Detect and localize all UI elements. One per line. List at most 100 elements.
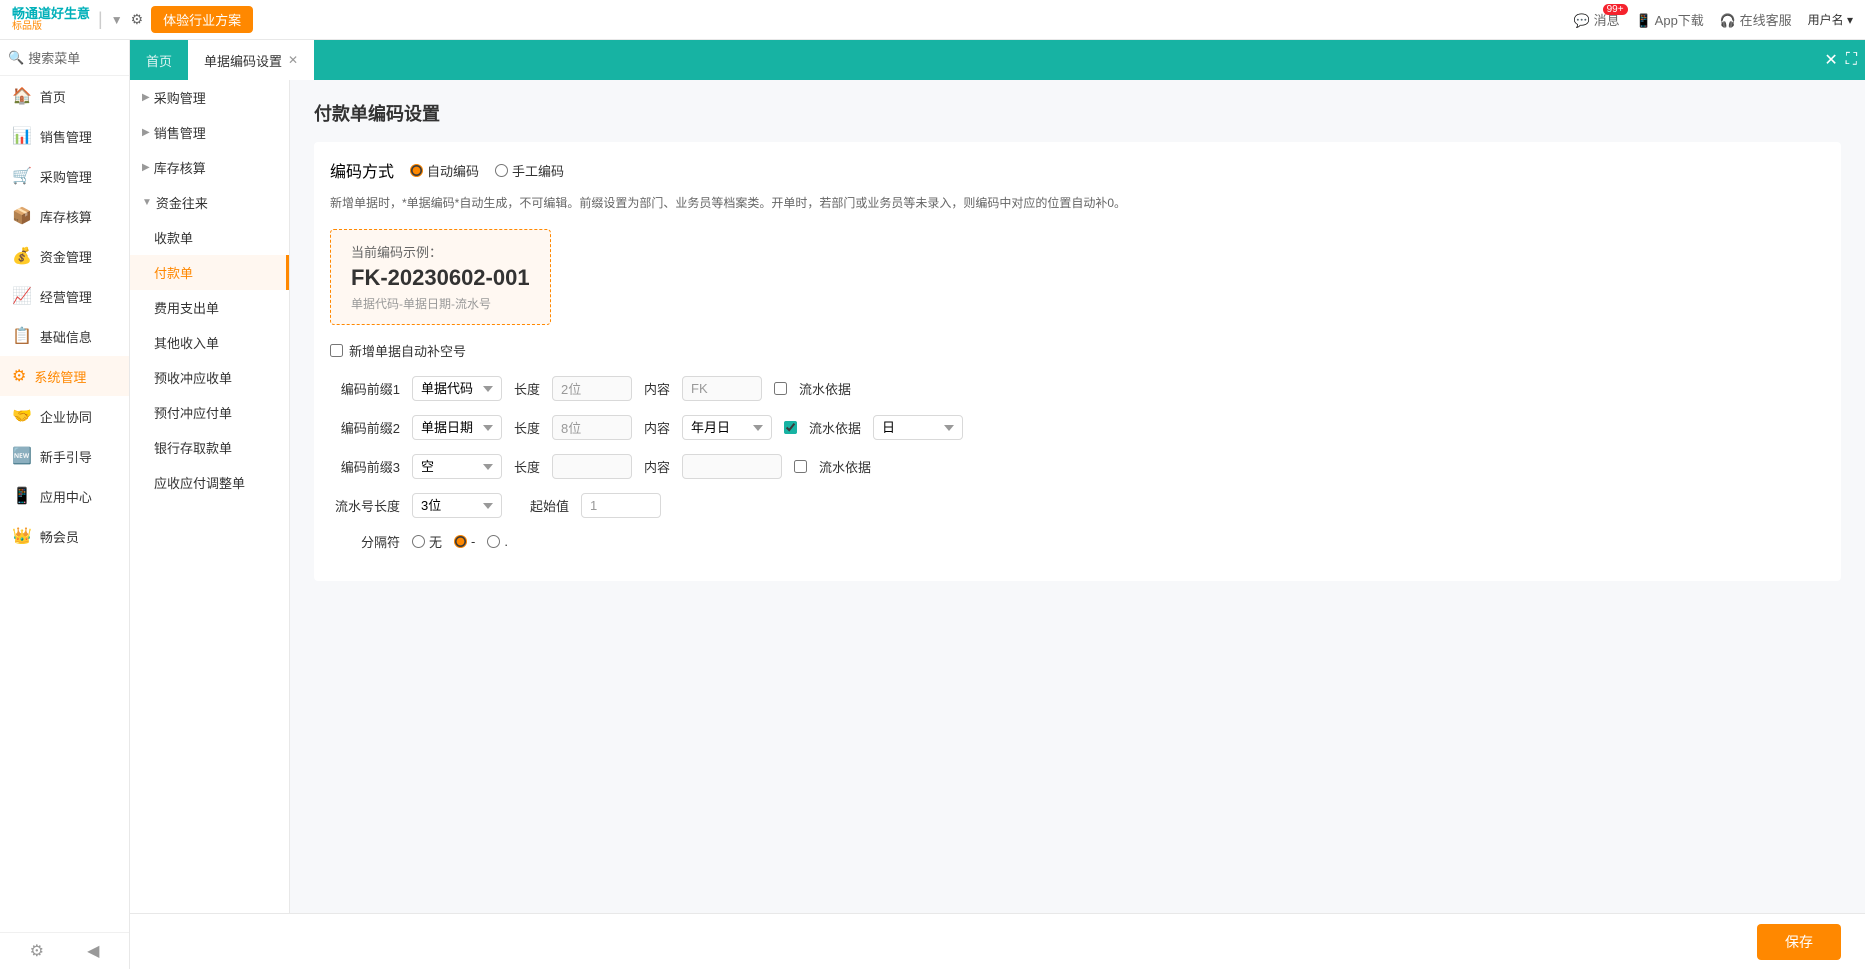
group-sales-title[interactable]: ▶ 销售管理 — [130, 115, 289, 150]
second-sidebar-other-income[interactable]: 其他收入单 — [130, 325, 289, 360]
system-icon: ⚙ — [12, 366, 26, 386]
start-value-label: 起始值 — [530, 496, 569, 515]
online-service[interactable]: 🎧 在线客服 — [1720, 10, 1792, 29]
prefix3-serial-checkbox[interactable] — [794, 460, 807, 473]
content-wrapper: ▶ 采购管理 ▶ 销售管理 ▶ 库存核算 — [130, 80, 1865, 913]
main-content: 付款单编码设置 编码方式 自动编码 手工编码 — [290, 80, 1865, 913]
prefix3-select[interactable]: 空 — [412, 454, 502, 479]
encode-method-row: 编码方式 自动编码 手工编码 — [330, 158, 1825, 182]
separator-label: 分隔符 — [330, 532, 400, 551]
message-label: 消息 — [1594, 13, 1620, 28]
second-sidebar-expense[interactable]: 费用支出单 — [130, 290, 289, 325]
prefix2-serial-checkbox[interactable] — [784, 421, 797, 434]
sidebar-label-inventory: 库存核算 — [40, 207, 92, 226]
sidebar-item-purchase[interactable]: 🛒 采购管理 — [0, 156, 129, 196]
auto-encode-radio[interactable] — [410, 164, 423, 177]
prefix2-select[interactable]: 单据日期 — [412, 415, 502, 440]
auto-encode-label: 自动编码 — [427, 161, 479, 180]
message-badge: 99+ — [1603, 4, 1628, 15]
serial-length-select[interactable]: 3位 — [412, 493, 502, 518]
prefix2-length-label: 长度 — [514, 418, 540, 437]
prefix1-select[interactable]: 单据代码 — [412, 376, 502, 401]
second-sidebar-adjust[interactable]: 应收应付调整单 — [130, 465, 289, 500]
sidebar-search[interactable]: 🔍 搜索菜单 — [0, 40, 129, 76]
maximize-icon[interactable]: ⛶ — [1846, 51, 1857, 69]
settings-icon[interactable]: ⚙ — [131, 11, 144, 28]
tab-home[interactable]: 首页 — [130, 40, 188, 80]
sidebar-item-inventory[interactable]: 📦 库存核算 — [0, 196, 129, 236]
second-sidebar-prepay-pay[interactable]: 预付冲应付单 — [130, 395, 289, 430]
sidebar-label-home: 首页 — [40, 87, 66, 106]
prefix2-content-label: 内容 — [644, 418, 670, 437]
enterprise-icon: 🤝 — [12, 406, 32, 426]
group-fund-title[interactable]: ▼ 资金往来 — [130, 185, 289, 220]
second-sidebar-receipt[interactable]: 收款单 — [130, 220, 289, 255]
group-purchase: ▶ 采购管理 — [130, 80, 289, 115]
sidebar-label-system: 系统管理 — [34, 367, 86, 386]
settings-bottom-icon[interactable]: ⚙ — [30, 941, 44, 961]
group-purchase-title[interactable]: ▶ 采购管理 — [130, 80, 289, 115]
separator-dot-radio[interactable] — [487, 535, 500, 548]
separator-dash-radio[interactable] — [454, 535, 467, 548]
trial-button[interactable]: 体验行业方案 — [151, 6, 253, 33]
sidebar-item-guide[interactable]: 🆕 新手引导 — [0, 436, 129, 476]
manual-encode-radio[interactable] — [495, 164, 508, 177]
save-button[interactable]: 保存 — [1757, 924, 1841, 960]
sidebar-item-enterprise[interactable]: 🤝 企业协同 — [0, 396, 129, 436]
user-info[interactable]: 用户名 ▾ — [1808, 11, 1853, 28]
second-sidebar-payment[interactable]: 付款单 — [130, 255, 289, 290]
brand: 畅通道好生意 标品版 — [12, 6, 90, 34]
tab-encode-settings[interactable]: 单据编码设置 ✕ — [188, 40, 314, 80]
message-area[interactable]: 💬 消息 99+ — [1574, 10, 1620, 29]
minimize-icon[interactable]: ✕ — [1824, 50, 1837, 70]
sidebar-item-member[interactable]: 👑 畅会员 — [0, 516, 129, 556]
second-sidebar-prepay-recv[interactable]: 预收冲应收单 — [130, 360, 289, 395]
separator-none-radio[interactable] — [412, 535, 425, 548]
auto-fill-checkbox[interactable] — [330, 344, 343, 357]
group-inventory-title[interactable]: ▶ 库存核算 — [130, 150, 289, 185]
top-bar: 畅通道好生意 标品版 | ▼ ⚙ 体验行业方案 💬 消息 99+ 📱 App下载… — [0, 0, 1865, 40]
sidebar-menu: 🏠 首页 📊 销售管理 🛒 采购管理 📦 库存核算 💰 资金管理 📈 经 — [0, 76, 129, 932]
sidebar-label-member: 畅会员 — [40, 527, 79, 546]
app-download[interactable]: 📱 App下载 — [1636, 10, 1704, 29]
collapse-icon[interactable]: ◀ — [87, 941, 99, 961]
separator-dot-option[interactable]: . — [487, 534, 508, 549]
example-box: 当前编码示例： FK-20230602-001 单据代码-单据日期-流水号 — [330, 229, 551, 325]
prefix2-content-select[interactable]: 年月日 — [682, 415, 772, 440]
sidebar-item-base[interactable]: 📋 基础信息 — [0, 316, 129, 356]
auto-fill-row: 新增单据自动补空号 — [330, 341, 1825, 360]
group-fund: ▼ 资金往来 收款单 付款单 费用支出单 其他收入单 预收冲应收单 预付冲应付单… — [130, 185, 289, 500]
prefix2-serial-select[interactable]: 日 — [873, 415, 963, 440]
sidebar-item-system[interactable]: ⚙ 系统管理 — [0, 356, 129, 396]
sidebar-label-sales: 销售管理 — [40, 127, 92, 146]
nav-collapse-icon[interactable]: ▼ — [111, 13, 123, 27]
separator-none-option[interactable]: 无 — [412, 532, 442, 551]
sidebar-item-home[interactable]: 🏠 首页 — [0, 76, 129, 116]
sidebar-label-enterprise: 企业协同 — [40, 407, 92, 426]
sidebar-item-apps[interactable]: 📱 应用中心 — [0, 476, 129, 516]
tab-close-icon[interactable]: ✕ — [288, 53, 298, 67]
group-fund-label: 资金往来 — [156, 193, 208, 212]
base-icon: 📋 — [12, 326, 32, 346]
tab-home-label: 首页 — [146, 51, 172, 70]
serial-length-label: 流水号长度 — [330, 496, 400, 515]
auto-encode-option[interactable]: 自动编码 — [410, 161, 479, 180]
arrow-sales: ▶ — [142, 127, 150, 138]
serial-length-row: 流水号长度 3位 起始值 — [330, 493, 1825, 518]
sidebar-label-operations: 经营管理 — [40, 287, 92, 306]
separator-row: 分隔符 无 - . — [330, 532, 1825, 551]
prefix3-label: 编码前缀3 — [330, 457, 400, 476]
arrow-fund: ▼ — [142, 197, 152, 208]
sidebar-item-sales[interactable]: 📊 销售管理 — [0, 116, 129, 156]
prefix2-label: 编码前缀2 — [330, 418, 400, 437]
prefix1-serial-label: 流水依据 — [799, 379, 851, 398]
prefix1-length-label: 长度 — [514, 379, 540, 398]
sidebar-item-finance[interactable]: 💰 资金管理 — [0, 236, 129, 276]
start-value-input[interactable] — [581, 493, 661, 518]
manual-encode-option[interactable]: 手工编码 — [495, 161, 564, 180]
top-bar-right: 💬 消息 99+ 📱 App下载 🎧 在线客服 用户名 ▾ — [1574, 10, 1853, 29]
separator-dash-option[interactable]: - — [454, 534, 475, 549]
prefix1-serial-checkbox[interactable] — [774, 382, 787, 395]
sidebar-item-operations[interactable]: 📈 经营管理 — [0, 276, 129, 316]
second-sidebar-bank[interactable]: 银行存取款单 — [130, 430, 289, 465]
